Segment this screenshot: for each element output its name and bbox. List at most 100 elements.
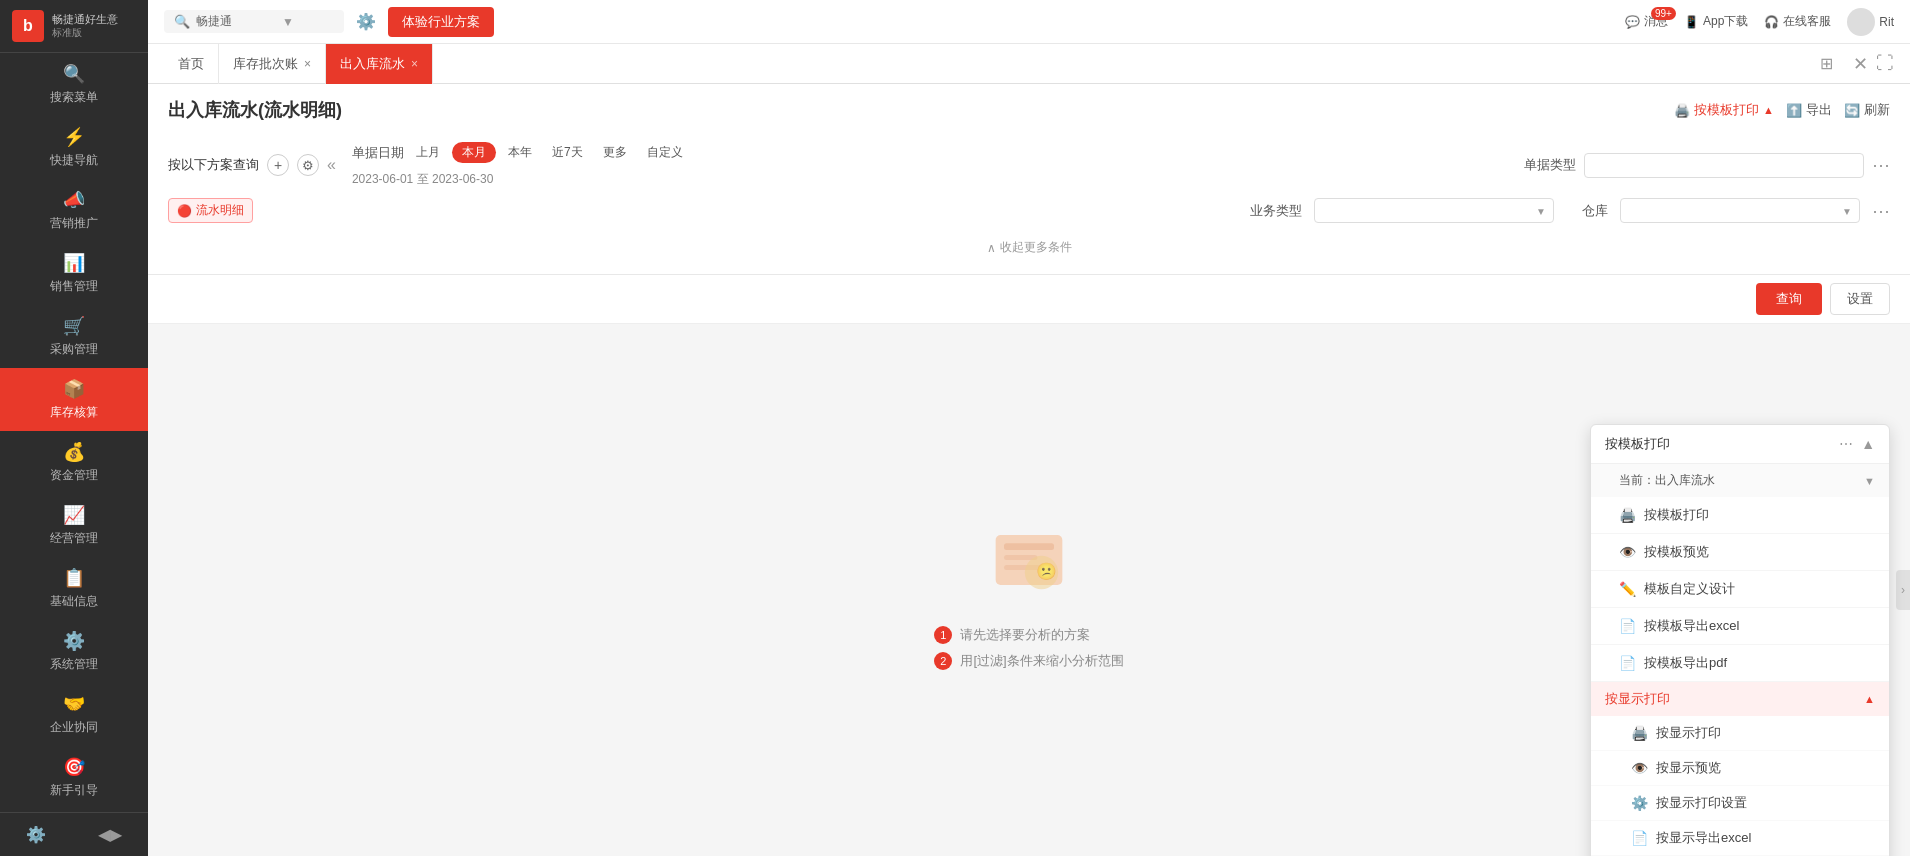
date-btn-7days[interactable]: 近7天 [544,142,591,163]
print-template-btn[interactable]: 🖨️ 按模板打印 ▲ [1674,101,1774,119]
message-icon: 💬 [1625,15,1640,29]
dropdown-item-print-template[interactable]: 🖨️ 按模板打印 [1591,497,1889,534]
dropdown-item-export-pdf-template[interactable]: 📄 按模板导出pdf [1591,645,1889,682]
quicknav-icon: ⚡ [63,126,85,148]
sidebar-item-operation[interactable]: 📈 经营管理 [0,494,148,557]
sidebar-item-marketing[interactable]: 📣 营销推广 [0,179,148,242]
refresh-icon: 🔄 [1844,103,1860,118]
search-icon: 🔍 [174,14,190,29]
tab-expand-icon[interactable]: ⊞ [1820,54,1833,73]
topbar-gear-icon[interactable]: ⚙️ [356,12,376,31]
filter-settings-btn[interactable]: ⚙ [297,154,319,176]
dropdown-more-icon[interactable]: ⋯ [1839,436,1853,452]
sidebar-item-search[interactable]: 🔍 搜索菜单 [0,53,148,116]
sidebar-item-basic[interactable]: 📋 基础信息 [0,557,148,620]
page-header: 出入库流水(流水明细) 🖨️ 按模板打印 ▲ ⬆️ 导出 🔄 刷新 [148,84,1910,130]
preview-template-icon: 👁️ [1619,544,1636,560]
display-section-chevron: ▲ [1864,693,1875,705]
warehouse-more-icon[interactable]: ⋯ [1872,200,1890,222]
tab-home[interactable]: 首页 [164,44,219,84]
filter-collapse-btn[interactable]: « [327,156,336,174]
sidebar-nav: 🔍 搜索菜单 ⚡ 快捷导航 📣 营销推广 📊 销售管理 🛒 采购管理 📦 库存核… [0,53,148,812]
settings-button[interactable]: 设置 [1830,283,1890,315]
voucher-type-select[interactable] [1584,153,1864,178]
tab-batch-close[interactable]: × [304,57,311,71]
refresh-btn[interactable]: 🔄 刷新 [1844,101,1890,119]
sidebar-item-collab[interactable]: 🤝 企业协同 [0,683,148,746]
export-icon: ⬆️ [1786,103,1802,118]
voucher-more-icon[interactable]: ⋯ [1872,154,1890,176]
topbar-search[interactable]: 🔍 ▼ [164,10,344,33]
dropdown-sub-item-print-display[interactable]: 🖨️ 按显示打印 [1591,716,1889,751]
filter-tag-label: 流水明细 [196,202,244,219]
query-button[interactable]: 查询 [1756,283,1822,315]
collapse-row[interactable]: ∧ 收起更多条件 [168,233,1890,262]
sidebar-item-guide[interactable]: 🎯 新手引导 [0,746,148,809]
tab-flow-close[interactable]: × [411,57,418,71]
date-btn-custom[interactable]: 自定义 [639,142,691,163]
print-dropdown-panel: 按模板打印 ⋯ ▲ 当前：出入库流水 ▼ 🖨️ 按模板打印 👁️ 按模板预览 ✏… [1590,424,1890,856]
sidebar-item-label: 采购管理 [50,341,98,358]
dropdown-item-export-excel-template[interactable]: 📄 按模板导出excel [1591,608,1889,645]
step-1-text: 请先选择要分析的方案 [960,626,1090,644]
date-btn-thisyear[interactable]: 本年 [500,142,540,163]
warehouse-wrap [1620,198,1860,223]
user-avatar[interactable]: Rit [1847,8,1894,36]
export-btn[interactable]: ⬆️ 导出 [1786,101,1832,119]
dropdown-item-label: 按模板预览 [1644,543,1709,561]
filter-row-2: 🔴 流水明细 业务类型 仓库 ⋯ [168,198,1890,223]
page-title: 出入库流水(流水明细) [168,98,342,122]
sidebar-item-purchase[interactable]: 🛒 采购管理 [0,305,148,368]
svg-rect-1 [1004,543,1054,550]
dropdown-item-custom-template[interactable]: ✏️ 模板自定义设计 [1591,571,1889,608]
sidebar-item-label: 企业协同 [50,719,98,736]
trial-btn[interactable]: 体验行业方案 [388,7,494,37]
basic-icon: 📋 [63,567,85,589]
panel-close-btn[interactable]: ✕ [1853,53,1868,75]
dropdown-sub-item-preview-display[interactable]: 👁️ 按显示预览 [1591,751,1889,786]
date-btn-thismonth[interactable]: 本月 [452,142,496,163]
step-2-text: 用[过滤]条件来缩小分析范围 [960,652,1123,670]
tab-batch[interactable]: 库存批次账 × [219,44,326,84]
dropdown-sub-item-export-excel-display[interactable]: 📄 按显示导出excel [1591,821,1889,856]
online-service-btn[interactable]: 🎧 在线客服 [1764,13,1831,30]
dropdown-sub-item-label: 按显示打印设置 [1656,794,1747,812]
search-dropdown-icon[interactable]: ▼ [282,15,294,29]
filter-tag-icon: 🔴 [177,204,192,218]
message-btn[interactable]: 💬 消息 99+ [1625,13,1668,30]
filter-add-btn[interactable]: + [267,154,289,176]
export-pdf-template-icon: 📄 [1619,655,1636,671]
sidebar-item-system[interactable]: ⚙️ 系统管理 [0,620,148,683]
sidebar-item-apps[interactable]: 🔲 应用中心 [0,809,148,812]
dropdown-item-label: 按模板导出pdf [1644,654,1727,672]
date-btn-lastmonth[interactable]: 上月 [408,142,448,163]
voucher-type-label: 单据类型 [1524,156,1576,174]
date-filter-label-row: 单据日期 上月 本月 本年 近7天 更多 自定义 [352,142,691,163]
dropdown-item-preview-template[interactable]: 👁️ 按模板预览 [1591,534,1889,571]
sidebar-item-sales[interactable]: 📊 销售管理 [0,242,148,305]
operation-icon: 📈 [63,504,85,526]
panel-fullscreen-btn[interactable]: ⛶ [1876,53,1894,74]
dropdown-sub-item-label: 按显示预览 [1656,759,1721,777]
tab-flow[interactable]: 出入库流水 × [326,44,433,84]
dropdown-sub-item-label: 按显示打印 [1656,724,1721,742]
right-expand-btn[interactable]: › [1896,570,1910,610]
sidebar-collapse-btn[interactable]: ◀▶ [98,825,122,844]
display-section-header[interactable]: 按显示打印 ▲ [1591,682,1889,716]
sidebar-settings-btn[interactable]: ⚙️ [26,825,46,844]
sidebar-item-quicknav[interactable]: ⚡ 快捷导航 [0,116,148,179]
export-excel-template-icon: 📄 [1619,618,1636,634]
sidebar-item-finance[interactable]: 💰 资金管理 [0,431,148,494]
warehouse-select[interactable] [1620,198,1860,223]
dropdown-sub-item-settings-display[interactable]: ⚙️ 按显示打印设置 [1591,786,1889,821]
sidebar-item-inventory[interactable]: 📦 库存核算 [0,368,148,431]
dropdown-chevron-up-icon[interactable]: ▲ [1861,436,1875,452]
business-type-select[interactable] [1314,198,1554,223]
sidebar-item-label: 基础信息 [50,593,98,610]
svg-text:😕: 😕 [1036,561,1057,582]
date-btn-more[interactable]: 更多 [595,142,635,163]
chevron-up-icon: ∧ [987,241,996,255]
collapse-label: 收起更多条件 [1000,239,1072,256]
search-input[interactable] [196,15,276,29]
app-download-btn[interactable]: 📱 App下载 [1684,13,1748,30]
